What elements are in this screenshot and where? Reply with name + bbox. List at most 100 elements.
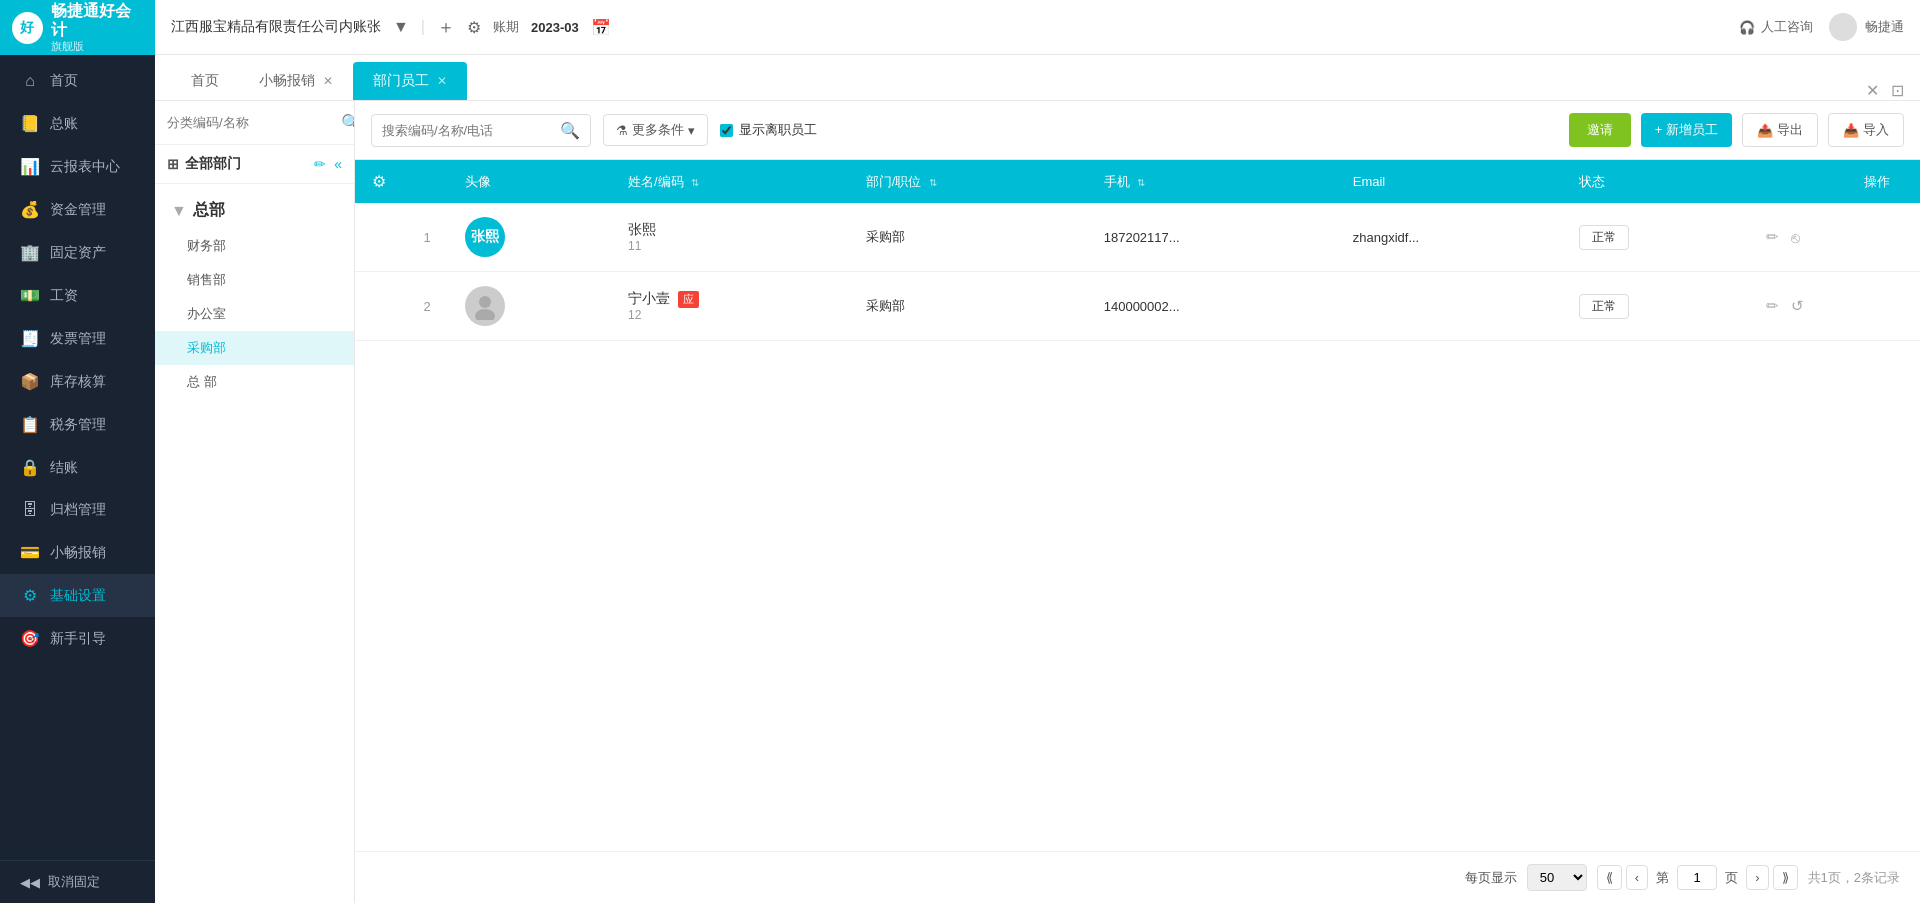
table-gear-icon[interactable]: ⚙	[372, 172, 386, 191]
phone-th[interactable]: 手机 ⇅	[1090, 160, 1339, 203]
assets-icon: 🏢	[20, 243, 40, 262]
inventory-icon: 📦	[20, 372, 40, 391]
tab-expense[interactable]: 小畅报销 ✕	[239, 62, 353, 100]
home-icon: ⌂	[20, 72, 40, 90]
tab-home[interactable]: 首页	[171, 62, 239, 100]
user-avatar	[1829, 13, 1857, 41]
dept-th[interactable]: 部门/职位 ⇅	[852, 160, 1090, 203]
sidebar-item-close[interactable]: 🔒 结账	[0, 446, 155, 489]
edit-emp2-button[interactable]: ✏	[1766, 297, 1779, 315]
dept-search-input[interactable]	[167, 115, 335, 130]
gear-button[interactable]: ⚙	[467, 18, 481, 37]
show-resigned-input[interactable]	[720, 124, 733, 137]
edit-emp1-button[interactable]: ✏	[1766, 228, 1779, 246]
salary-icon: 💵	[20, 286, 40, 305]
pagination: 每页显示 50 10 20 100 ⟪ ‹ 第 页 › ⟫ 共1页，2条记录	[355, 851, 1920, 903]
svg-point-1	[475, 309, 495, 320]
sidebar-item-capital[interactable]: 💰 资金管理	[0, 188, 155, 231]
dept-child-general[interactable]: 总 部	[155, 365, 354, 399]
unpin-footer[interactable]: ◀◀ 取消固定	[0, 860, 155, 903]
row2-name: 宁小壹	[628, 290, 670, 308]
headset-icon: 🎧	[1739, 20, 1755, 35]
dept-child-office[interactable]: 办公室	[155, 297, 354, 331]
sidebar-item-invoice[interactable]: 🧾 发票管理	[0, 317, 155, 360]
reports-icon: 📊	[20, 157, 40, 176]
close-all-tabs-button[interactable]: ✕	[1866, 81, 1879, 100]
sidebar-item-ledger[interactable]: 📒 总账	[0, 102, 155, 145]
show-resigned-checkbox[interactable]: 显示离职员工	[720, 121, 817, 139]
service-button[interactable]: 🎧 人工咨询	[1739, 18, 1813, 36]
company-dropdown[interactable]: ▼	[393, 18, 409, 36]
name-sort-icon: ⇅	[691, 177, 699, 188]
app-name: 畅捷通好会计	[51, 1, 143, 39]
row1-email: zhangxidf...	[1339, 203, 1565, 272]
export-button[interactable]: 📤 导出	[1742, 113, 1818, 147]
sidebar-item-tax[interactable]: 📋 税务管理	[0, 403, 155, 446]
period-value: 2023-03	[531, 20, 579, 35]
avatar-zhang: 张熙	[465, 217, 505, 257]
main-area: 江西服宝精品有限责任公司内账张 ▼ | ＋ ⚙ 账期 2023-03 📅 🎧 人…	[155, 0, 1920, 903]
prev-page-button[interactable]: ‹	[1626, 865, 1648, 890]
dept-child-purchase[interactable]: 采购部	[155, 331, 354, 365]
first-page-button[interactable]: ⟪	[1597, 865, 1622, 890]
email-th: Email	[1339, 160, 1565, 203]
sidebar-item-inventory[interactable]: 📦 库存核算	[0, 360, 155, 403]
dept-parent-zongbu[interactable]: ▼ 总部	[155, 192, 354, 229]
add-company-button[interactable]: ＋	[437, 15, 455, 39]
user-info[interactable]: 畅捷通	[1829, 13, 1904, 41]
import-button[interactable]: 📥 导入	[1828, 113, 1904, 147]
table-row: 1 张熙 张熙 11 采购部 18720211​7...	[355, 203, 1920, 272]
import-icon: 📥	[1843, 123, 1859, 138]
sidebar-item-assets[interactable]: 🏢 固定资产	[0, 231, 155, 274]
emp-toolbar: 🔍 ⚗ 更多条件 ▾ 显示离职员工 邀请 + 新增员工 📤 导出	[355, 101, 1920, 160]
next-page-button[interactable]: ›	[1746, 865, 1768, 890]
page-suffix: 页	[1721, 869, 1742, 887]
sidebar-item-expense[interactable]: 💳 小畅报销	[0, 531, 155, 574]
dept-collapse-icon[interactable]: «	[334, 156, 342, 172]
calendar-icon[interactable]: 📅	[591, 18, 611, 37]
sidebar-item-reports[interactable]: 📊 云报表中心	[0, 145, 155, 188]
settings-icon: ⚙	[20, 586, 40, 605]
row1-actions: ✏ ⎋	[1752, 203, 1920, 272]
emp-search-icon[interactable]: 🔍	[560, 121, 580, 140]
sidebar-item-salary[interactable]: 💵 工资	[0, 274, 155, 317]
refresh-emp2-button[interactable]: ↺	[1791, 297, 1804, 315]
tab-dept-emp[interactable]: 部门员工 ✕	[353, 62, 467, 100]
sidebar-item-home[interactable]: ⌂ 首页	[0, 60, 155, 102]
sidebar-item-guide[interactable]: 🎯 新手引导	[0, 617, 155, 660]
logout-emp1-button[interactable]: ⎋	[1791, 229, 1800, 246]
dept-edit-icon[interactable]: ✏	[314, 156, 326, 172]
filter-button[interactable]: ⚗ 更多条件 ▾	[603, 114, 708, 146]
invite-button[interactable]: 邀请	[1569, 113, 1631, 147]
sidebar-item-settings[interactable]: ⚙ 基础设置	[0, 574, 155, 617]
expand-tabs-button[interactable]: ⊡	[1891, 81, 1904, 100]
row2-email	[1339, 272, 1565, 341]
collapse-arrow: ▼	[171, 202, 187, 220]
row2-code: 12	[628, 308, 838, 322]
close-expense-tab[interactable]: ✕	[323, 74, 333, 88]
ledger-icon: 📒	[20, 114, 40, 133]
num-th	[403, 160, 451, 203]
page-size-select[interactable]: 50 10 20 100	[1527, 864, 1587, 891]
avatar-ning	[465, 286, 505, 326]
dept-child-sales[interactable]: 销售部	[155, 263, 354, 297]
company-name: 江西服宝精品有限责任公司内账张	[171, 18, 381, 36]
dept-header-label: ⊞ 全部部门	[167, 155, 241, 173]
logo-icon: 好	[12, 12, 43, 44]
page-input[interactable]	[1677, 865, 1717, 890]
close-dept-tab[interactable]: ✕	[437, 74, 447, 88]
name-th[interactable]: 姓名/编码 ⇅	[614, 160, 852, 203]
last-page-button[interactable]: ⟫	[1773, 865, 1798, 890]
dept-child-finance[interactable]: 财务部	[155, 229, 354, 263]
dept-search-icon[interactable]: 🔍	[341, 113, 355, 132]
action-th: 操作	[1752, 160, 1920, 203]
dept-search-box: 🔍	[155, 101, 354, 145]
sidebar-item-archive[interactable]: 🗄 归档管理	[0, 489, 155, 531]
tax-icon: 📋	[20, 415, 40, 434]
emp-search-input[interactable]	[382, 123, 554, 138]
row1-dept: 采购部	[852, 203, 1090, 272]
invoice-icon: 🧾	[20, 329, 40, 348]
add-emp-button[interactable]: + 新增员工	[1641, 113, 1732, 147]
archive-icon: 🗄	[20, 501, 40, 519]
dept-header-actions: ✏ «	[314, 156, 342, 172]
